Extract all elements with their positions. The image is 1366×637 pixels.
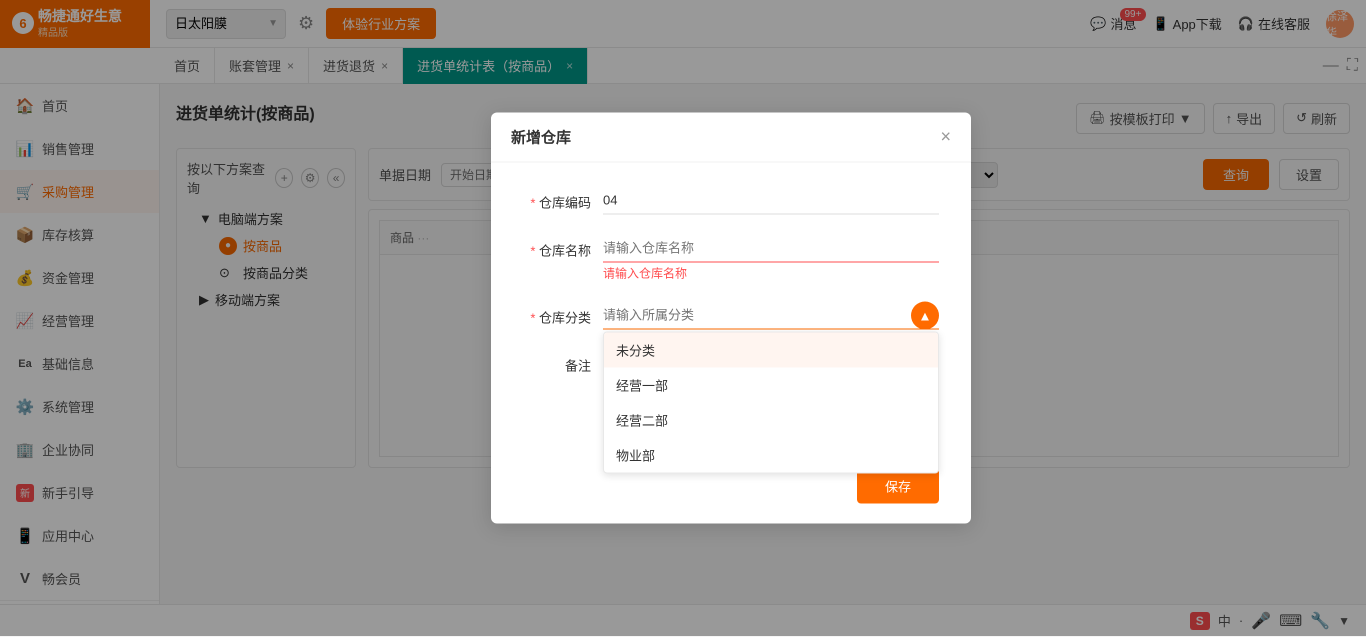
code-control: [603, 187, 939, 215]
name-input[interactable]: [603, 235, 939, 263]
save-btn[interactable]: 保存: [857, 469, 939, 504]
dropdown-item-ops2[interactable]: 经营二部: [604, 403, 938, 438]
form-row-category: 仓库分类 ▲ 未分类 经营一部 经营二部 物业部: [523, 302, 939, 330]
modal-close-btn[interactable]: ×: [940, 127, 951, 148]
dropdown-item-none[interactable]: 未分类: [604, 333, 938, 368]
category-dropdown-list: 未分类 经营一部 经营二部 物业部: [603, 332, 939, 474]
name-error-msg: 请输入仓库名称: [603, 265, 939, 282]
code-input[interactable]: [603, 187, 939, 215]
category-dropdown-btn[interactable]: ▲: [911, 302, 939, 330]
name-control: 请输入仓库名称: [603, 235, 939, 282]
dropdown-item-property[interactable]: 物业部: [604, 438, 938, 473]
name-label: 仓库名称: [523, 235, 603, 260]
category-input[interactable]: [603, 302, 939, 330]
modal-body: 仓库编码 仓库名称 请输入仓库名称 仓库分类 ▲ 未分类: [491, 163, 971, 457]
modal-title: 新增仓库: [511, 127, 571, 148]
dropdown-item-ops1[interactable]: 经营一部: [604, 368, 938, 403]
form-row-name: 仓库名称 请输入仓库名称: [523, 235, 939, 282]
modal-add-warehouse: 新增仓库 × 仓库编码 仓库名称 请输入仓库名称 仓库分类 ▲: [491, 113, 971, 524]
category-input-wrapper: ▲: [603, 302, 939, 330]
category-label: 仓库分类: [523, 302, 603, 327]
form-row-code: 仓库编码: [523, 187, 939, 215]
code-label: 仓库编码: [523, 187, 603, 212]
category-control: ▲ 未分类 经营一部 经营二部 物业部: [603, 302, 939, 330]
notes-label: 备注: [523, 350, 603, 375]
modal-header: 新增仓库 ×: [491, 113, 971, 163]
